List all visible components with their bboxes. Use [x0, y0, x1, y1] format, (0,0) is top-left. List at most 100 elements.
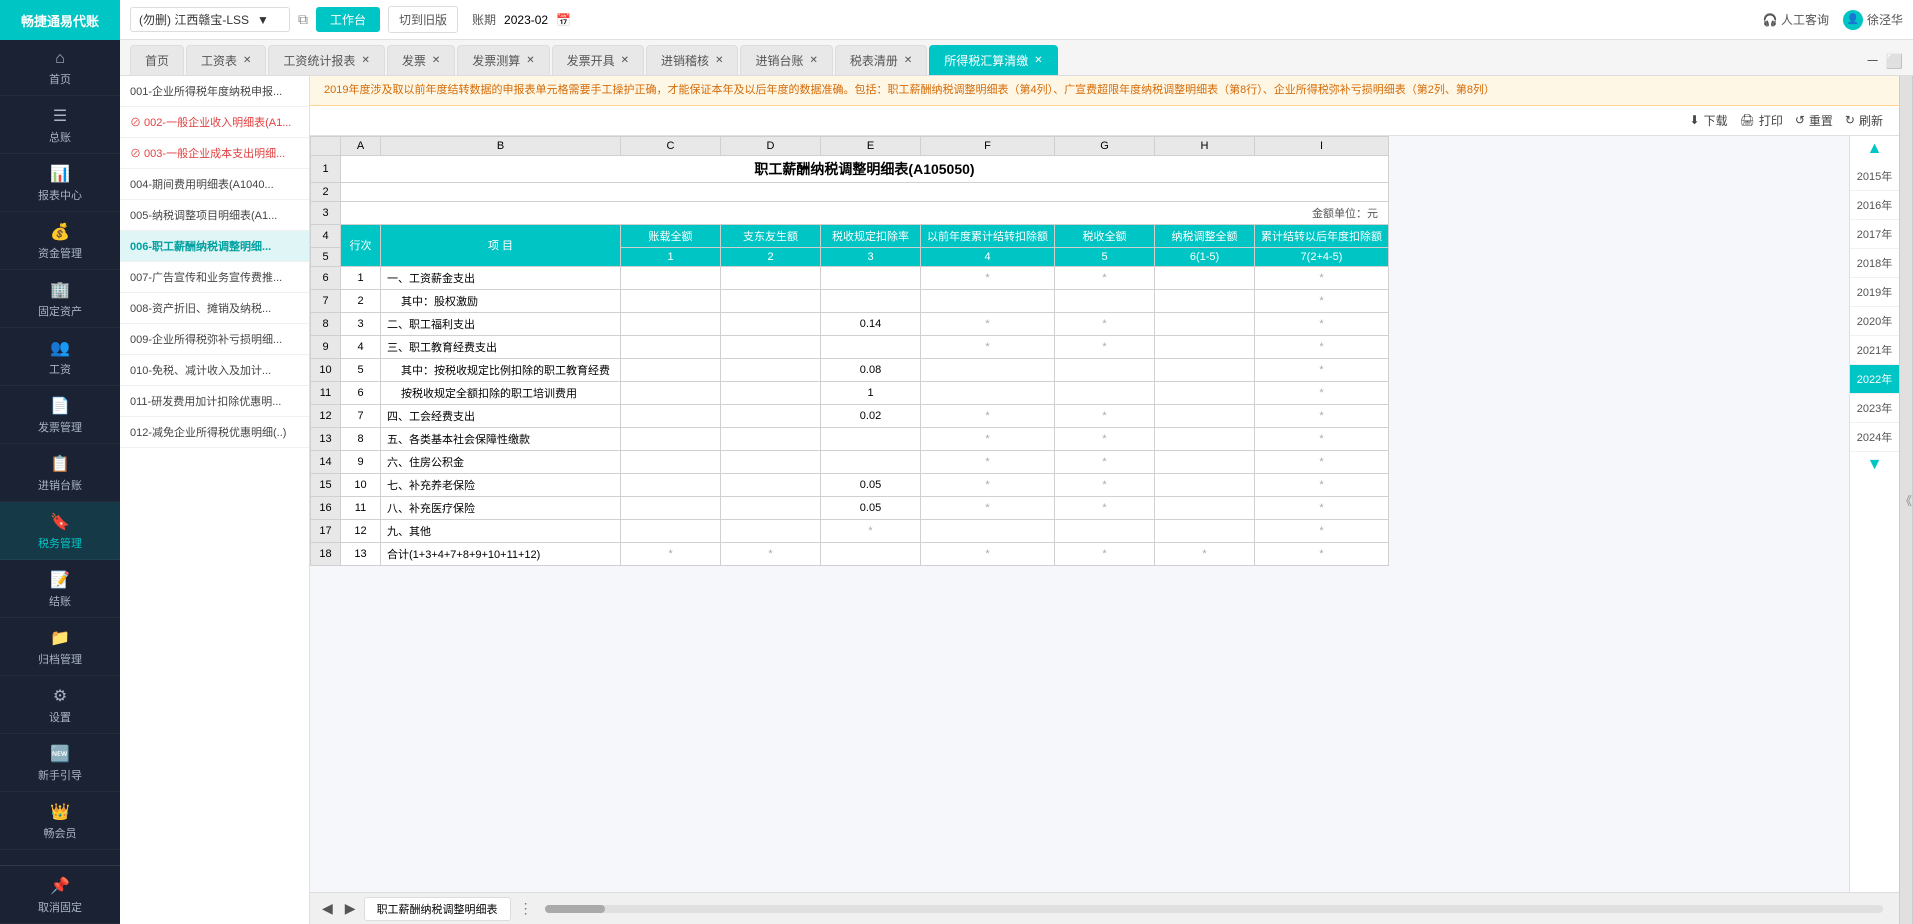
cell-c[interactable] [621, 289, 721, 312]
cell-d[interactable] [721, 473, 821, 496]
cell-f[interactable] [921, 519, 1055, 542]
sidebar-item-invoice[interactable]: 📄 发票管理 [0, 386, 120, 444]
tab-close-icon[interactable]: ✕ [361, 55, 369, 66]
tab-close-icon[interactable]: ✕ [243, 55, 251, 66]
list-item-002[interactable]: ⊘ 002-一般企业收入明细表(A1... [120, 107, 309, 138]
cell-c[interactable] [621, 450, 721, 473]
tab-close-icon[interactable]: ✕ [904, 55, 912, 66]
sidebar-item-ledger[interactable]: ☰ 总账 [0, 96, 120, 154]
year-2024[interactable]: 2024年 [1850, 423, 1899, 452]
cell-d[interactable] [721, 289, 821, 312]
sidebar-item-salary[interactable]: 👥 工资 [0, 328, 120, 386]
cell-h[interactable] [1155, 404, 1255, 427]
cell-d[interactable] [721, 404, 821, 427]
sidebar-item-vip[interactable]: 👑 畅会员 [0, 792, 120, 850]
list-item-007[interactable]: 007-广告宣传和业务宣传费推... [120, 262, 309, 293]
refresh-button[interactable]: ↻ 刷新 [1845, 112, 1883, 129]
list-item-004[interactable]: 004-期间费用明细表(A1040... [120, 169, 309, 200]
tab-close-icon[interactable]: ✕ [432, 55, 440, 66]
cell-g[interactable] [1055, 358, 1155, 381]
tab-close-icon[interactable]: ✕ [621, 55, 629, 66]
list-item-011[interactable]: 011-研发费用加计扣除优惠明... [120, 386, 309, 417]
cell-c[interactable] [621, 496, 721, 519]
cell-e[interactable]: 1 [821, 381, 921, 404]
cell-d[interactable] [721, 427, 821, 450]
sidebar-item-settings[interactable]: ⚙ 设置 [0, 676, 120, 734]
cell-h[interactable] [1155, 289, 1255, 312]
cell-d[interactable] [721, 312, 821, 335]
cell-e[interactable] [821, 450, 921, 473]
cell-h[interactable] [1155, 266, 1255, 289]
sidebar-item-capital[interactable]: 💰 资金管理 [0, 212, 120, 270]
horizontal-scrollbar[interactable] [545, 905, 1883, 913]
reset-button[interactable]: ↺ 重置 [1795, 112, 1833, 129]
cell-h[interactable] [1155, 381, 1255, 404]
tab-invoice-calc[interactable]: 发票测算✕ [457, 45, 549, 75]
sidebar-item-closing[interactable]: 📝 结账 [0, 560, 120, 618]
cell-e[interactable]: 0.14 [821, 312, 921, 335]
cell-e[interactable] [821, 289, 921, 312]
cell-h[interactable] [1155, 335, 1255, 358]
maximize-icon[interactable]: ⬜ [1886, 53, 1903, 70]
year-2022[interactable]: 2022年 [1850, 365, 1899, 394]
sidebar-item-reports[interactable]: 📊 报表中心 [0, 154, 120, 212]
cell-g[interactable] [1055, 381, 1155, 404]
cell-c[interactable] [621, 358, 721, 381]
cell-d[interactable] [721, 266, 821, 289]
cell-h[interactable] [1155, 473, 1255, 496]
cell-c[interactable] [621, 381, 721, 404]
tab-invoice-open[interactable]: 发票开具✕ [552, 45, 644, 75]
bottom-tab-sheet[interactable]: 职工薪酬纳税调整明细表 [364, 897, 511, 921]
cell-f[interactable] [921, 381, 1055, 404]
list-item-008[interactable]: 008-资产折旧、摊销及纳税... [120, 293, 309, 324]
list-item-003[interactable]: ⊘ 003-一般企业成本支出明细... [120, 138, 309, 169]
year-2020[interactable]: 2020年 [1850, 307, 1899, 336]
tab-salary-report[interactable]: 工资统计报表✕ [268, 45, 384, 75]
cell-h[interactable] [1155, 496, 1255, 519]
workbench-button[interactable]: 工作台 [316, 7, 380, 32]
year-nav-up[interactable]: ▲ [1850, 136, 1899, 162]
cell-h[interactable] [1155, 358, 1255, 381]
tab-close-icon[interactable]: ✕ [715, 55, 723, 66]
cell-f[interactable] [921, 289, 1055, 312]
year-2016[interactable]: 2016年 [1850, 191, 1899, 220]
tab-close-icon[interactable]: ✕ [526, 55, 534, 66]
year-2021[interactable]: 2021年 [1850, 336, 1899, 365]
cell-e[interactable] [821, 542, 921, 565]
cell-c[interactable] [621, 335, 721, 358]
sidebar-item-tax[interactable]: 🔖 税务管理 [0, 502, 120, 560]
prev-sheet-btn[interactable]: ◀ [318, 898, 337, 919]
copy-icon[interactable]: ⧉ [298, 11, 308, 28]
tab-home[interactable]: 首页 [130, 45, 184, 75]
tab-salary-table[interactable]: 工资表✕ [186, 45, 266, 75]
sidebar-item-guide[interactable]: 🆕 新手引导 [0, 734, 120, 792]
cell-e[interactable] [821, 335, 921, 358]
cell-c[interactable] [621, 519, 721, 542]
cell-h[interactable] [1155, 450, 1255, 473]
service-btn[interactable]: 🎧 人工客询 [1763, 11, 1829, 28]
sidebar-item-assets[interactable]: 🏢 固定资产 [0, 270, 120, 328]
year-2018[interactable]: 2018年 [1850, 249, 1899, 278]
more-sheets-btn[interactable]: ⋮ [519, 900, 533, 917]
user-info[interactable]: 👤 徐泾华 [1843, 10, 1903, 30]
cell-c[interactable] [621, 427, 721, 450]
cell-d[interactable] [721, 450, 821, 473]
year-2017[interactable]: 2017年 [1850, 220, 1899, 249]
tab-close-icon[interactable]: ✕ [1034, 55, 1042, 66]
cell-d[interactable] [721, 381, 821, 404]
cell-d[interactable] [721, 335, 821, 358]
cancel-fixed-btn[interactable]: 📌 取消固定 [0, 866, 120, 924]
cell-h[interactable] [1155, 312, 1255, 335]
year-2019[interactable]: 2019年 [1850, 278, 1899, 307]
cell-h[interactable] [1155, 519, 1255, 542]
tab-close-icon[interactable]: ✕ [809, 55, 817, 66]
tab-invoice[interactable]: 发票✕ [387, 45, 455, 75]
year-2015[interactable]: 2015年 [1850, 162, 1899, 191]
cell-c[interactable] [621, 266, 721, 289]
cell-d[interactable] [721, 358, 821, 381]
cell-e[interactable]: 0.05 [821, 496, 921, 519]
list-item-009[interactable]: 009-企业所得税弥补亏损明细... [120, 324, 309, 355]
next-sheet-btn[interactable]: ▶ [341, 898, 360, 919]
download-button[interactable]: ⬇ 下载 [1690, 112, 1728, 129]
list-item-001[interactable]: 001-企业所得税年度纳税申报... [120, 76, 309, 107]
